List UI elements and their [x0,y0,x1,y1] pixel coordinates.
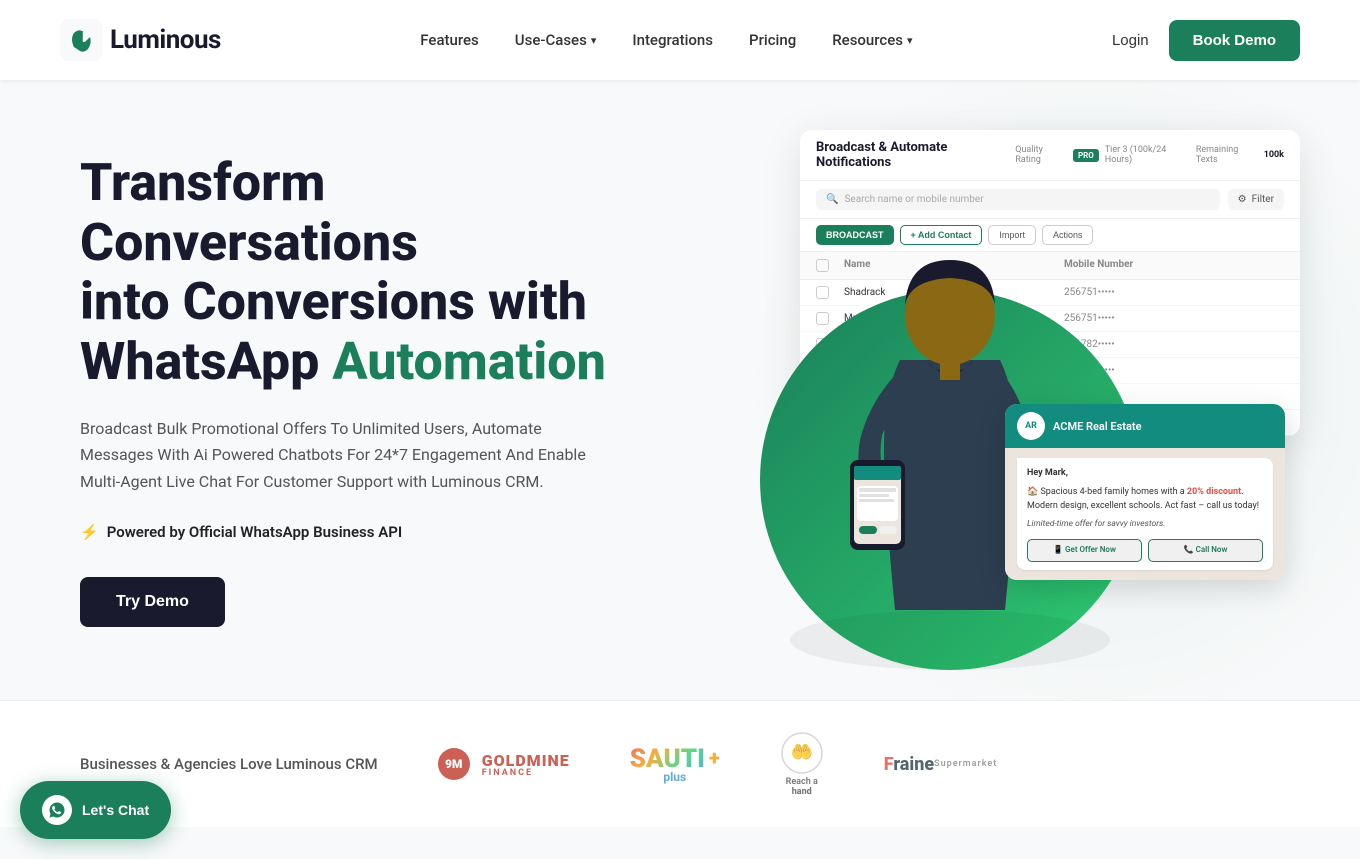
logos-container: 9M GOLDMINE FINANCE SAUTI + plus 🤲 [438,731,1280,797]
logos-section: Businesses & Agencies Love Luminous CRM … [0,700,1360,827]
hero-subtitle: Broadcast Bulk Promotional Offers To Unl… [80,416,600,495]
chat-company-name: ACME Real Estate [1053,420,1142,433]
logo-sauti: SAUTI + plus [630,744,720,784]
sauti-plus-icon: + [709,746,720,770]
logo-fraine: Fraine Supermarket [884,754,998,775]
reach-logo-icon: 🤲 [780,731,824,775]
lightning-icon: ⚡ [80,523,99,541]
chat-cta-text: Limited-time offer for savvy investors. [1027,518,1263,532]
logo[interactable]: Luminous [60,19,221,61]
navbar: Luminous Features Use-Cases Integrations… [0,0,1360,80]
nav-item-usecases[interactable]: Use-Cases [515,31,597,49]
nav-item-pricing[interactable]: Pricing [749,31,796,49]
hero-title: Transform Conversations into Conversions… [80,153,660,392]
logo-icon [60,19,102,61]
nav-item-features[interactable]: Features [420,31,478,49]
nav-link-features[interactable]: Features [420,31,478,49]
fraine-sub: Supermarket [934,759,997,769]
chat-message-area: Hey Mark, 🏠 Spacious 4-bed family homes … [1005,448,1285,580]
chat-message-bubble: Hey Mark, 🏠 Spacious 4-bed family homes … [1017,458,1273,570]
powered-badge: ⚡ Powered by Official WhatsApp Business … [80,523,660,541]
resources-chevron-icon [907,34,913,47]
goldmine-text-block: GOLDMINE FINANCE [482,751,570,778]
nav-item-integrations[interactable]: Integrations [632,31,713,49]
svg-text:🤲: 🤲 [791,742,813,763]
filter-icon: ⚙ [1238,194,1247,205]
remaining-label: Remaining Texts [1196,145,1258,165]
nav-right: Login Book Demo [1112,20,1300,61]
nav-item-resources[interactable]: Resources [832,31,912,49]
hero-visual: Broadcast & Automate Notifications Quali… [660,140,1300,640]
whatsapp-icon [42,795,72,825]
chat-preview-panel: AR ACME Real Estate Hey Mark, 🏠 Spacious… [1005,404,1285,580]
chat-preview-header: AR ACME Real Estate [1005,404,1285,448]
try-demo-button[interactable]: Try Demo [80,577,225,627]
usecases-chevron-icon [591,34,597,47]
lets-chat-button[interactable]: Let's Chat [20,781,171,839]
logo-goldmine: 9M GOLDMINE FINANCE [438,748,570,780]
reach-hand-text: hand [792,787,812,797]
nav-link-resources[interactable]: Resources [832,31,912,49]
logo-text: Luminous [110,25,221,55]
hero-content: Transform Conversations into Conversions… [80,153,660,627]
goldmine-icon: 9M [438,748,470,780]
logo-reach: 🤲 Reach a hand [780,731,824,797]
sauti-plus-text: plus [663,770,686,784]
chat-greeting: Hey Mark, [1027,466,1263,480]
logos-text: Businesses & Agencies Love Luminous CRM [80,755,378,773]
nav-link-pricing[interactable]: Pricing [749,31,796,49]
filter-button[interactable]: ⚙ Filter [1228,189,1284,210]
chat-body-text: 🏠 Spacious 4-bed family homes with a 20%… [1027,485,1263,514]
book-demo-button[interactable]: Book Demo [1169,20,1300,61]
nav-link-usecases[interactable]: Use-Cases [515,31,597,49]
get-offer-button[interactable]: 📱 Get Offer Now [1027,539,1142,562]
reach-text-label: Reach a [786,777,818,787]
chat-action-buttons: 📱 Get Offer Now 📞 Call Now [1027,539,1263,562]
remaining-value: 100k [1264,150,1284,160]
call-now-button[interactable]: 📞 Call Now [1148,539,1263,562]
chat-company-avatar: AR [1017,412,1045,440]
nav-links: Features Use-Cases Integrations Pricing … [420,31,912,49]
nav-link-integrations[interactable]: Integrations [632,31,713,49]
hero-section: Transform Conversations into Conversions… [0,80,1360,700]
login-button[interactable]: Login [1112,32,1149,49]
lets-chat-label: Let's Chat [82,802,149,818]
